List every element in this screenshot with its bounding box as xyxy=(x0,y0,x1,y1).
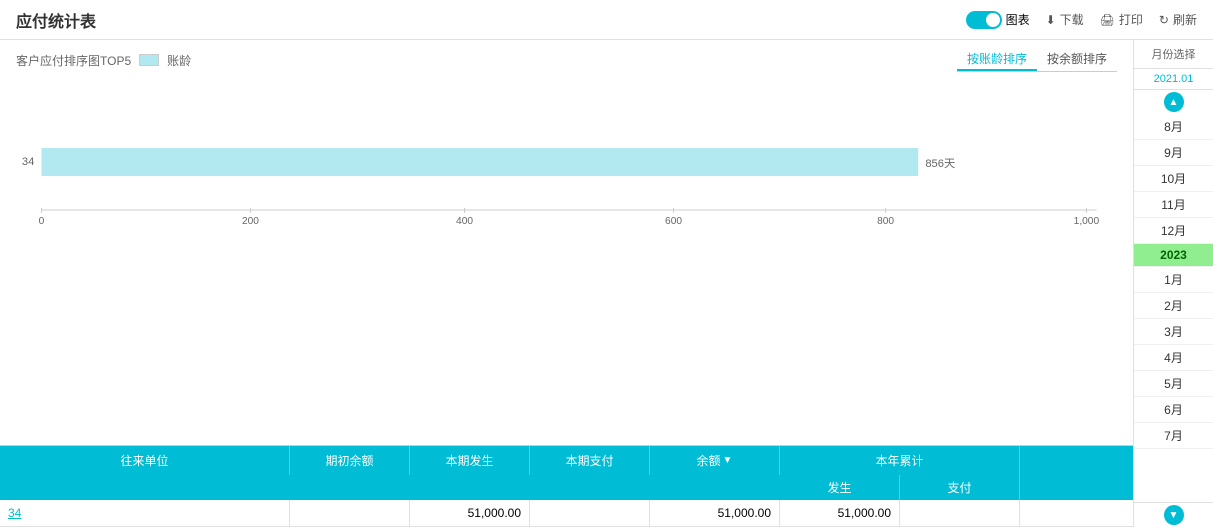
cell-unit: 34 xyxy=(0,500,290,526)
month-item[interactable]: 11月 xyxy=(1134,192,1213,218)
chart-legend: 客户应付排序图TOP5 账龄 xyxy=(16,52,191,69)
download-button[interactable]: ⬇ 下载 xyxy=(1046,11,1084,28)
sidebar: 月份选择 2021.01 ▲ 8月9月10月11月12月20231月2月3月4月… xyxy=(1133,40,1213,527)
main-content: 客户应付排序图TOP5 账龄 按账龄排序 按余额排序 34 856天 xyxy=(0,40,1213,527)
th-nian-zhifu: 支付 xyxy=(900,475,1020,500)
table-row: 34 51,000.00 51,000.00 51,000.00 xyxy=(0,500,1133,527)
refresh-label: 刷新 xyxy=(1173,11,1197,28)
month-item[interactable]: 2月 xyxy=(1134,293,1213,319)
refresh-icon: ↻ xyxy=(1159,13,1169,27)
chart-area: 客户应付排序图TOP5 账龄 按账龄排序 按余额排序 34 856天 xyxy=(0,40,1133,527)
th-yue: 余额 ▼ xyxy=(650,446,780,475)
th-unit: 往来单位 xyxy=(0,446,290,475)
bar-chart: 34 856天 0 200 400 600 800 1,000 xyxy=(16,80,1117,240)
sort-tabs: 按账龄排序 按余额排序 xyxy=(957,48,1117,72)
svg-text:400: 400 xyxy=(456,216,473,227)
unit-link[interactable]: 34 xyxy=(8,506,21,520)
cell-benqi-zhifu xyxy=(530,500,650,526)
svg-text:856天: 856天 xyxy=(925,158,955,170)
sidebar-date[interactable]: 2021.01 xyxy=(1134,69,1213,90)
month-list: 8月9月10月11月12月20231月2月3月4月5月6月7月 xyxy=(1134,114,1213,502)
month-item[interactable]: 7月 xyxy=(1134,423,1213,449)
legend-text: 客户应付排序图TOP5 xyxy=(16,52,131,69)
chart-toggle[interactable] xyxy=(966,11,1002,29)
refresh-button[interactable]: ↻ 刷新 xyxy=(1159,11,1197,28)
svg-text:200: 200 xyxy=(242,216,259,227)
cell-yue: 51,000.00 xyxy=(650,500,780,526)
print-label: 打印 xyxy=(1119,11,1143,28)
cell-nian-zhifu xyxy=(900,500,1020,526)
month-item[interactable]: 12月 xyxy=(1134,218,1213,244)
legend-box xyxy=(139,54,159,66)
month-item[interactable]: 8月 xyxy=(1134,114,1213,140)
th-qichu: 期初余额 xyxy=(290,446,410,475)
th-benqi-zhifu: 本期支付 xyxy=(530,446,650,475)
chart-toggle-label: 图表 xyxy=(1006,11,1030,28)
th-benqi-fasheng: 本期发生 xyxy=(410,446,530,475)
page-title: 应付统计表 xyxy=(16,8,96,32)
sort-tab-balance[interactable]: 按余额排序 xyxy=(1037,48,1117,71)
sidebar-title: 月份选择 xyxy=(1134,40,1213,69)
month-item[interactable]: 4月 xyxy=(1134,345,1213,371)
month-item[interactable]: 5月 xyxy=(1134,371,1213,397)
nav-down-button[interactable]: ▼ xyxy=(1164,505,1184,525)
cell-qichu xyxy=(290,500,410,526)
download-label: 下载 xyxy=(1060,11,1084,28)
svg-text:600: 600 xyxy=(665,216,682,227)
th-nian-fasheng: 发生 xyxy=(780,475,900,500)
cell-nian-fasheng: 51,000.00 xyxy=(780,500,900,526)
svg-text:1,000: 1,000 xyxy=(1074,216,1100,227)
chart-header: 客户应付排序图TOP5 账龄 按账龄排序 按余额排序 xyxy=(0,40,1133,76)
svg-text:0: 0 xyxy=(39,216,45,227)
chart-svg-wrap: 34 856天 0 200 400 600 800 1,000 xyxy=(0,76,1133,445)
chart-toggle-wrap: 图表 xyxy=(966,11,1030,29)
month-item[interactable]: 6月 xyxy=(1134,397,1213,423)
month-item[interactable]: 9月 xyxy=(1134,140,1213,166)
print-icon: 🖨 xyxy=(1100,13,1115,27)
nav-down: ▼ xyxy=(1134,502,1213,527)
svg-text:34: 34 xyxy=(22,156,34,168)
month-item[interactable]: 10月 xyxy=(1134,166,1213,192)
print-button[interactable]: 🖨 打印 xyxy=(1100,11,1143,28)
header-actions: 图表 ⬇ 下载 🖨 打印 ↻ 刷新 xyxy=(966,11,1197,29)
legend-box-label: 账龄 xyxy=(167,52,191,69)
download-icon: ⬇ xyxy=(1046,13,1056,27)
month-item[interactable]: 3月 xyxy=(1134,319,1213,345)
month-item[interactable]: 1月 xyxy=(1134,267,1213,293)
cell-benqi-fasheng: 51,000.00 xyxy=(410,500,530,526)
header: 应付统计表 图表 ⬇ 下载 🖨 打印 ↻ 刷新 xyxy=(0,0,1213,40)
table-area: 往来单位 期初余额 本期发生 本期支付 余额 ▼ xyxy=(0,445,1133,527)
nav-up: ▲ xyxy=(1134,90,1213,114)
svg-text:800: 800 xyxy=(877,216,894,227)
th-nian-main: 本年累计 xyxy=(780,446,1020,475)
nav-up-button[interactable]: ▲ xyxy=(1164,92,1184,112)
month-item[interactable]: 2023 xyxy=(1134,244,1213,267)
sort-tab-age[interactable]: 按账龄排序 xyxy=(957,48,1037,71)
